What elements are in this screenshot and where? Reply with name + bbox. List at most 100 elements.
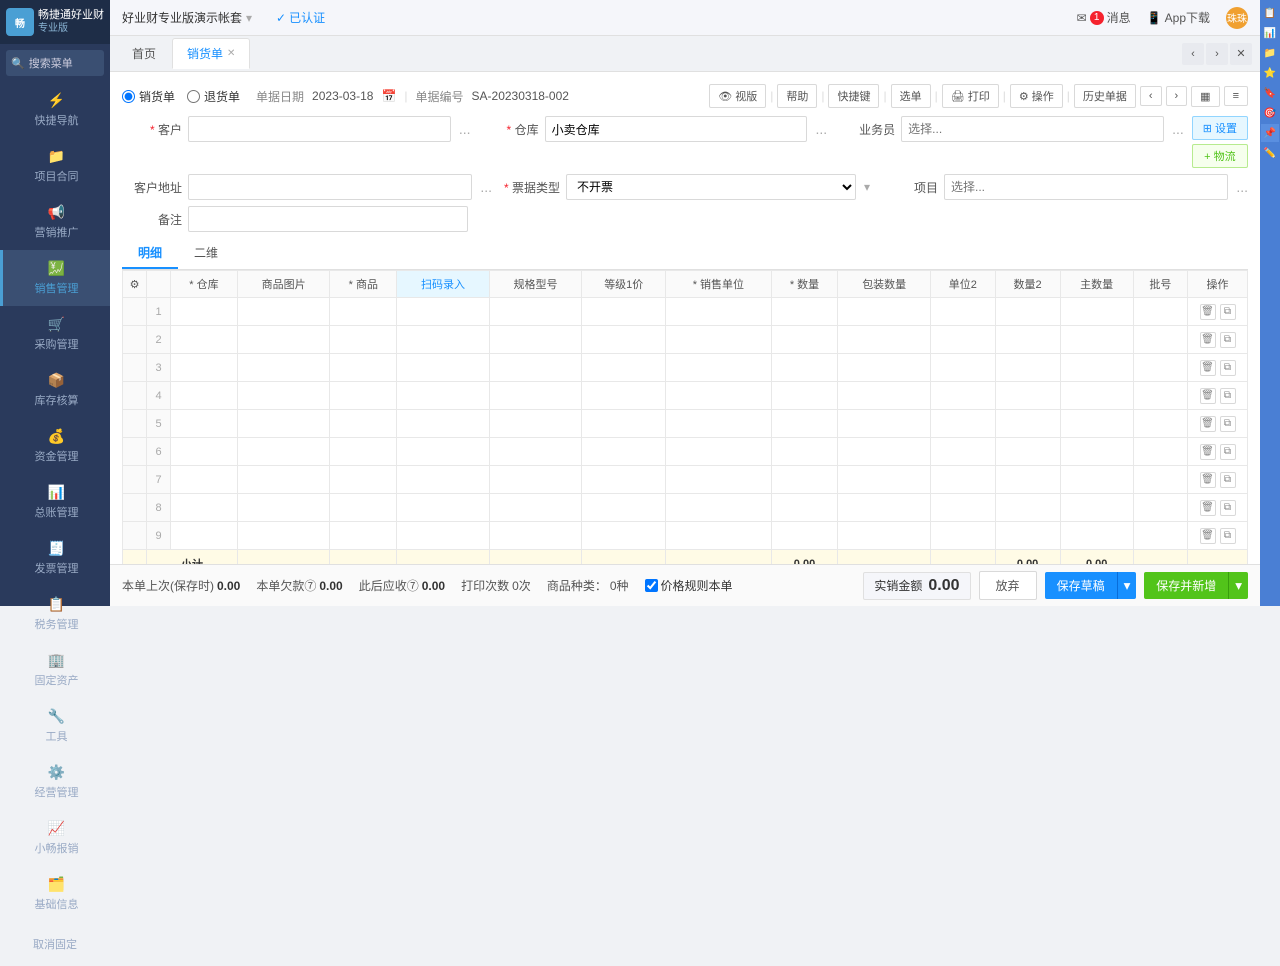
- tab-home[interactable]: 首页: [118, 39, 170, 68]
- note-input[interactable]: [188, 206, 468, 232]
- row-delete-icon[interactable]: 🗑: [1200, 304, 1216, 320]
- row-unit2[interactable]: [930, 494, 995, 522]
- row-price[interactable]: [582, 354, 666, 382]
- row-goods[interactable]: [330, 438, 397, 466]
- company-dropdown-icon[interactable]: ▾: [246, 11, 252, 25]
- row-main-qty[interactable]: [1060, 298, 1133, 326]
- toolbar-view-btn[interactable]: 👁 视版: [709, 84, 766, 108]
- col-settings[interactable]: ⚙: [123, 271, 147, 298]
- toolbar-grid-btn2[interactable]: ≡: [1224, 86, 1248, 106]
- right-panel-btn-4[interactable]: ⭐: [1261, 64, 1279, 82]
- row-copy-icon[interactable]: ⧉: [1220, 528, 1236, 544]
- row-goods[interactable]: [330, 466, 397, 494]
- row-scan[interactable]: [397, 522, 489, 550]
- row-pack-qty[interactable]: [838, 410, 930, 438]
- row-img[interactable]: [237, 494, 329, 522]
- row-delete-icon[interactable]: 🗑: [1200, 528, 1216, 544]
- right-panel-btn-5[interactable]: 🔖: [1261, 84, 1279, 102]
- tab-prev-button[interactable]: ‹: [1182, 43, 1204, 65]
- row-price[interactable]: [582, 410, 666, 438]
- row-price[interactable]: [582, 522, 666, 550]
- toolbar-select-btn[interactable]: 选单: [891, 84, 931, 108]
- address-input[interactable]: [188, 174, 472, 200]
- row-goods[interactable]: [330, 382, 397, 410]
- row-goods[interactable]: [330, 298, 397, 326]
- sidebar-item-basic-info[interactable]: 🗂️ 基础信息: [0, 866, 110, 922]
- row-unit[interactable]: [666, 410, 771, 438]
- row-delete-icon[interactable]: 🗑: [1200, 360, 1216, 376]
- row-delete-icon[interactable]: 🗑: [1200, 444, 1216, 460]
- row-main-qty[interactable]: [1060, 522, 1133, 550]
- row-main-qty[interactable]: [1060, 494, 1133, 522]
- row-batch[interactable]: [1133, 326, 1187, 354]
- row-pack-qty[interactable]: [838, 354, 930, 382]
- row-pack-qty[interactable]: [838, 466, 930, 494]
- row-qty2[interactable]: [995, 522, 1060, 550]
- row-spec[interactable]: [489, 354, 581, 382]
- row-scan[interactable]: [397, 382, 489, 410]
- col-settings-icon[interactable]: ⚙: [130, 279, 140, 291]
- row-unit2[interactable]: [930, 298, 995, 326]
- row-qty[interactable]: [771, 438, 838, 466]
- row-warehouse[interactable]: [171, 410, 238, 438]
- tab-detail[interactable]: 明细: [122, 238, 178, 269]
- row-copy-icon[interactable]: ⧉: [1220, 416, 1236, 432]
- row-pack-qty[interactable]: [838, 326, 930, 354]
- row-scan[interactable]: [397, 354, 489, 382]
- right-panel-btn-3[interactable]: 📁: [1261, 44, 1279, 62]
- row-qty[interactable]: [771, 298, 838, 326]
- sidebar-item-project[interactable]: 📁 项目合同: [0, 138, 110, 194]
- row-warehouse[interactable]: [171, 438, 238, 466]
- search-menu-button[interactable]: 🔍 搜索菜单: [6, 50, 104, 76]
- row-unit[interactable]: [666, 438, 771, 466]
- sidebar-item-inventory[interactable]: 📦 库存核算: [0, 362, 110, 418]
- row-pack-qty[interactable]: [838, 382, 930, 410]
- sidebar-item-tax[interactable]: 📋 税务管理: [0, 586, 110, 642]
- right-panel-btn-6[interactable]: 🎯: [1261, 104, 1279, 122]
- row-copy-icon[interactable]: ⧉: [1220, 500, 1236, 516]
- sidebar-item-xiaopao[interactable]: 📈 小畅报销: [0, 810, 110, 866]
- row-unit[interactable]: [666, 326, 771, 354]
- invoice-select[interactable]: 不开票: [566, 174, 856, 200]
- row-qty2[interactable]: [995, 354, 1060, 382]
- row-unit2[interactable]: [930, 354, 995, 382]
- row-copy-icon[interactable]: ⧉: [1220, 304, 1236, 320]
- row-qty2[interactable]: [995, 410, 1060, 438]
- row-img[interactable]: [237, 326, 329, 354]
- row-img[interactable]: [237, 354, 329, 382]
- row-pack-qty[interactable]: [838, 522, 930, 550]
- settings-action-btn[interactable]: ⊞ 设置: [1192, 116, 1248, 140]
- row-batch[interactable]: [1133, 466, 1187, 494]
- row-main-qty[interactable]: [1060, 382, 1133, 410]
- row-qty2[interactable]: [995, 298, 1060, 326]
- row-img[interactable]: [237, 522, 329, 550]
- row-batch[interactable]: [1133, 410, 1187, 438]
- save-draft-arrow-button[interactable]: ▾: [1117, 572, 1137, 599]
- save-new-button[interactable]: 保存并新增: [1144, 572, 1228, 599]
- abandon-button[interactable]: 放弃: [979, 571, 1037, 600]
- project-input[interactable]: [944, 174, 1228, 200]
- row-unit[interactable]: [666, 522, 771, 550]
- row-qty[interactable]: [771, 382, 838, 410]
- salesperson-picker-icon[interactable]: ...: [1172, 121, 1184, 137]
- row-scan[interactable]: [397, 298, 489, 326]
- row-spec[interactable]: [489, 494, 581, 522]
- sidebar-item-ops-mgmt[interactable]: ⚙️ 经营管理: [0, 754, 110, 810]
- right-panel-btn-2[interactable]: 📊: [1261, 24, 1279, 42]
- right-panel-btn-7[interactable]: 📌: [1261, 124, 1279, 142]
- row-spec[interactable]: [489, 410, 581, 438]
- row-delete-icon[interactable]: 🗑: [1200, 500, 1216, 516]
- row-unit2[interactable]: [930, 382, 995, 410]
- row-warehouse[interactable]: [171, 382, 238, 410]
- radio-return[interactable]: 退货单: [187, 88, 240, 105]
- row-warehouse[interactable]: [171, 494, 238, 522]
- sidebar-item-marketing[interactable]: 📢 营销推广: [0, 194, 110, 250]
- row-delete-icon[interactable]: 🗑: [1200, 388, 1216, 404]
- row-unit2[interactable]: [930, 466, 995, 494]
- row-unit[interactable]: [666, 298, 771, 326]
- right-panel-btn-8[interactable]: ✏️: [1261, 144, 1279, 162]
- row-copy-icon[interactable]: ⧉: [1220, 332, 1236, 348]
- row-copy-icon[interactable]: ⧉: [1220, 360, 1236, 376]
- row-batch[interactable]: [1133, 494, 1187, 522]
- sidebar-item-quick-nav[interactable]: ⚡ 快捷导航: [0, 82, 110, 138]
